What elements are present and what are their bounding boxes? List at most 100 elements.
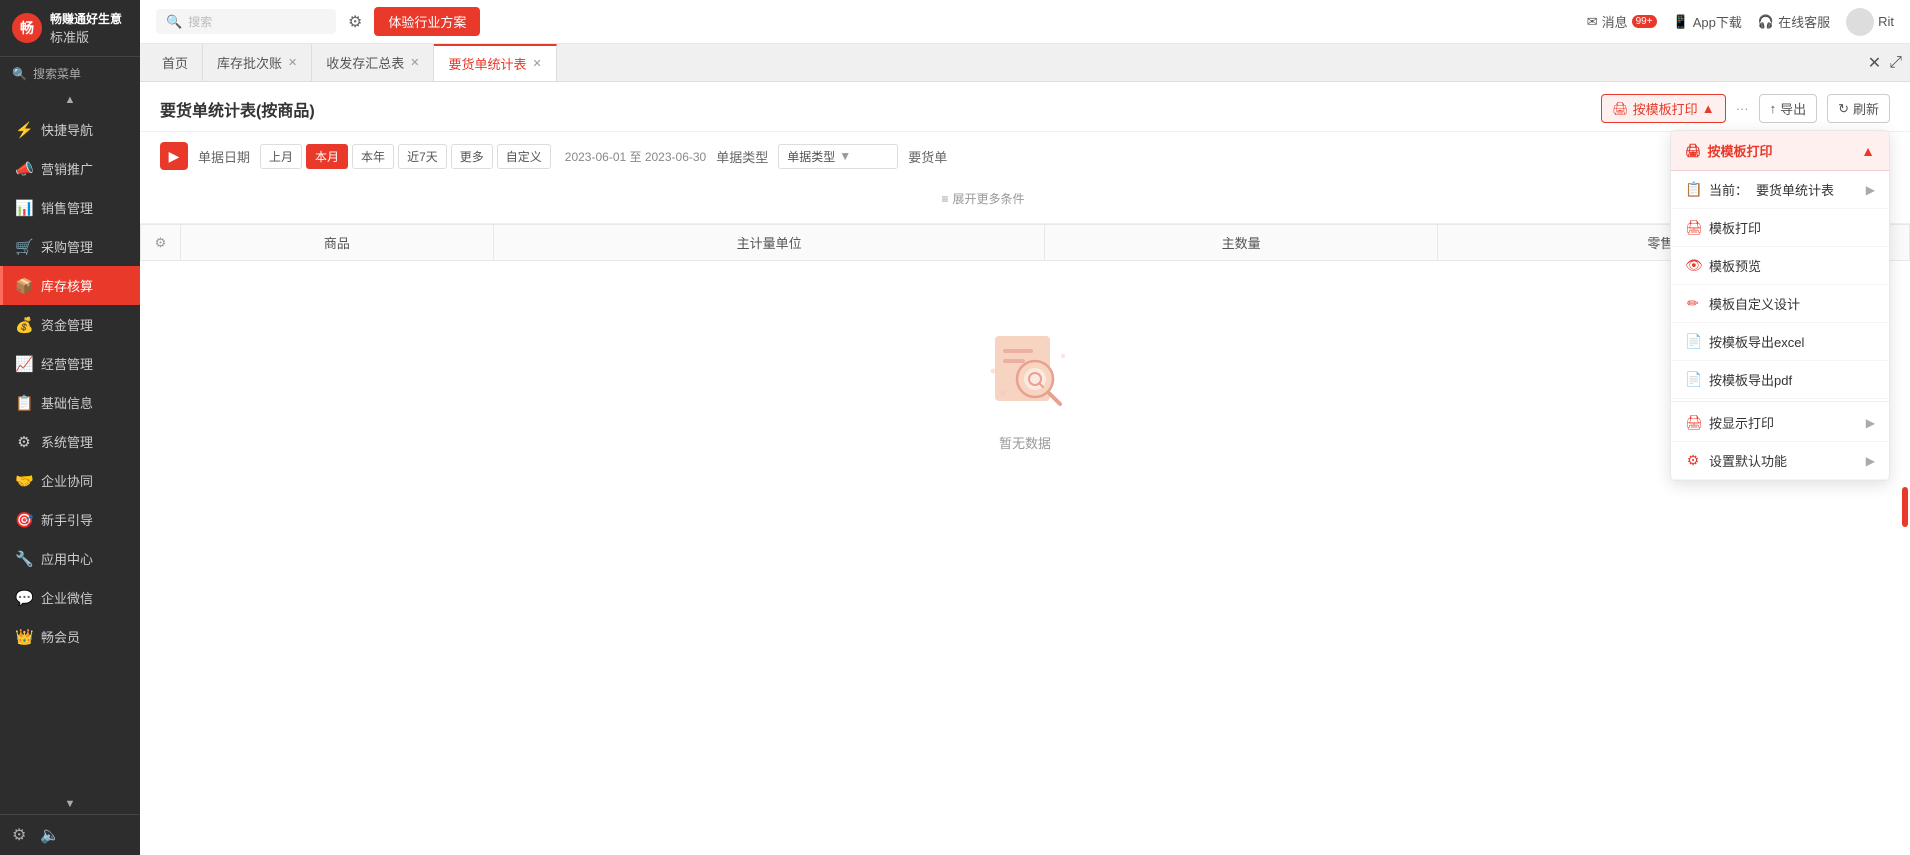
online-service-btn[interactable]: 🎧 在线客服 bbox=[1758, 12, 1830, 31]
trial-button[interactable]: 体验行业方案 bbox=[374, 7, 480, 36]
sidebar-item-purchase[interactable]: 🛒 采购管理 bbox=[0, 227, 140, 266]
phone-icon: 📱 bbox=[1673, 14, 1689, 30]
col-unit: 主计量单位 bbox=[493, 225, 1045, 261]
order-type-select[interactable]: 单据类型 ▼ bbox=[778, 144, 898, 169]
sidebar-item-quick-nav[interactable]: ⚡ 快捷导航 bbox=[0, 110, 140, 149]
tab-close-order-stats[interactable]: ✕ bbox=[533, 57, 542, 70]
sidebar-item-inventory[interactable]: 📦 库存核算 bbox=[0, 266, 140, 305]
tab-close-inventory-batch[interactable]: ✕ bbox=[288, 56, 297, 69]
window-maximize-icon[interactable]: ⤢ bbox=[1889, 54, 1902, 72]
window-close-icon[interactable]: ✕ bbox=[1868, 53, 1881, 73]
date-btn-this-year[interactable]: 本年 bbox=[352, 144, 394, 169]
sound-icon[interactable]: 🔈 bbox=[40, 825, 60, 845]
sidebar-search[interactable]: 🔍 搜索菜单 bbox=[0, 57, 140, 90]
date-btn-more[interactable]: 更多 bbox=[451, 144, 493, 169]
dropdown-template-print[interactable]: 🖨 模板打印 bbox=[1671, 209, 1889, 247]
refresh-icon: ↻ bbox=[1838, 101, 1849, 117]
date-label: 单据日期 bbox=[198, 147, 250, 166]
dropdown-template-preview[interactable]: 👁 模板预览 bbox=[1671, 247, 1889, 285]
filter-row-2: ≡ 展开更多条件 查询 设置 bbox=[198, 184, 1890, 213]
tab-receipt-summary[interactable]: 收发存汇总表 ✕ bbox=[312, 44, 434, 81]
user-avatar[interactable]: Rit bbox=[1846, 8, 1894, 36]
purchase-icon: 🛒 bbox=[15, 238, 33, 256]
empty-state: 暂无数据 bbox=[140, 261, 1910, 512]
sidebar-logo: 畅 畅赚通好生意 标准版 bbox=[0, 0, 140, 57]
display-print-icon: 🖨 bbox=[1685, 414, 1701, 431]
system-icon: ⚙ bbox=[15, 433, 33, 451]
sidebar-item-member[interactable]: 👑 畅会员 bbox=[0, 617, 140, 656]
tab-order-stats[interactable]: 要货单统计表 ✕ bbox=[434, 44, 556, 81]
expand-more-btn[interactable]: ≡ 展开更多条件 bbox=[941, 190, 1024, 207]
export-button[interactable]: ↑ 导出 bbox=[1759, 94, 1818, 123]
refresh-button[interactable]: ↻ 刷新 bbox=[1827, 94, 1890, 123]
date-btn-last-month[interactable]: 上月 bbox=[260, 144, 302, 169]
current-icon: 📋 bbox=[1685, 181, 1701, 198]
operations-icon: 📈 bbox=[15, 355, 33, 373]
template-preview-icon: 👁 bbox=[1685, 257, 1701, 274]
tab-inventory-batch[interactable]: 库存批次账 ✕ bbox=[203, 44, 312, 81]
sidebar-item-enterprise-wx[interactable]: 💬 企业微信 bbox=[0, 578, 140, 617]
dropdown-template-custom[interactable]: ✏ 模板自定义设计 bbox=[1671, 285, 1889, 323]
display-print-arrow: ▶ bbox=[1866, 416, 1875, 430]
col-goods: 商品 bbox=[181, 225, 494, 261]
messages-btn[interactable]: ✉ 消息 99+ bbox=[1587, 12, 1657, 31]
printer-icon: 🖨 bbox=[1612, 101, 1629, 117]
sidebar-item-marketing[interactable]: 📣 营销推广 bbox=[0, 149, 140, 188]
app-center-icon: 🔧 bbox=[15, 550, 33, 568]
page-actions: 🖨 按模板打印 ▲ ··· ↑ 导出 ↻ 刷新 🖨 bbox=[1601, 94, 1890, 123]
more-options-icon[interactable]: ··· bbox=[1736, 101, 1749, 116]
dropdown-set-default[interactable]: ⚙ 设置默认功能 ▶ bbox=[1671, 442, 1889, 480]
search-icon: 🔍 bbox=[12, 67, 27, 81]
filters-area: ▶ 单据日期 上月 本月 本年 近7天 更多 自定义 2023-06-01 至 … bbox=[140, 132, 1910, 224]
topbar-search[interactable]: 🔍 搜索 bbox=[156, 9, 336, 34]
sidebar-item-finance[interactable]: 💰 资金管理 bbox=[0, 305, 140, 344]
dropdown-printer-icon: 🖨 bbox=[1685, 143, 1702, 159]
page-title: 要货单统计表(按商品) bbox=[160, 97, 315, 121]
data-table: ⚙ 商品 主计量单位 主数量 零售金额 bbox=[140, 224, 1910, 261]
date-btn-7days[interactable]: 近7天 bbox=[398, 144, 447, 169]
expand-filter-icon[interactable]: ▶ bbox=[160, 142, 188, 170]
col-quantity: 主数量 bbox=[1045, 225, 1437, 261]
topbar: 🔍 搜索 ⚙ 体验行业方案 ✉ 消息 99+ 📱 App下载 🎧 在线客服 Ri… bbox=[140, 0, 1910, 44]
sidebar-item-basics[interactable]: 📋 基础信息 bbox=[0, 383, 140, 422]
sidebar-item-system[interactable]: ⚙ 系统管理 bbox=[0, 422, 140, 461]
date-buttons: 上月 本月 本年 近7天 更多 自定义 bbox=[260, 144, 551, 169]
right-scrollbar[interactable] bbox=[1902, 467, 1908, 547]
sidebar-nav: ⚡ 快捷导航 📣 营销推广 📊 销售管理 🛒 采购管理 📦 库存核算 💰 资金管… bbox=[0, 110, 140, 794]
order-type-label: 单据类型 bbox=[716, 147, 768, 166]
main-area: 🔍 搜索 ⚙ 体验行业方案 ✉ 消息 99+ 📱 App下载 🎧 在线客服 Ri… bbox=[140, 0, 1910, 855]
print-dropdown-popup: 🖨 按模板打印 ▲ 📋 当前： 要货单统计表 ▶ bbox=[1670, 130, 1890, 481]
dropdown-template-excel[interactable]: 📄 按模板导出excel bbox=[1671, 323, 1889, 361]
sidebar-item-guide[interactable]: 🎯 新手引导 bbox=[0, 500, 140, 539]
date-btn-this-month[interactable]: 本月 bbox=[306, 144, 348, 169]
dropdown-template-pdf[interactable]: 📄 按模板导出pdf bbox=[1671, 361, 1889, 399]
sidebar-scroll-up[interactable]: ▲ bbox=[63, 92, 78, 108]
col-settings[interactable]: ⚙ bbox=[141, 225, 181, 261]
expand-more-icon: ≡ bbox=[941, 192, 948, 206]
sidebar-item-operations[interactable]: 📈 经营管理 bbox=[0, 344, 140, 383]
pdf-icon: 📄 bbox=[1685, 371, 1701, 388]
guide-icon: 🎯 bbox=[15, 511, 33, 529]
tab-home[interactable]: 首页 bbox=[148, 44, 203, 81]
sidebar-item-sales[interactable]: 📊 销售管理 bbox=[0, 188, 140, 227]
template-print-icon: 🖨 bbox=[1685, 219, 1701, 236]
sidebar-item-app-center[interactable]: 🔧 应用中心 bbox=[0, 539, 140, 578]
tab-close-receipt-summary[interactable]: ✕ bbox=[410, 56, 419, 69]
excel-icon: 📄 bbox=[1685, 333, 1701, 350]
settings-bottom-icon[interactable]: ⚙ bbox=[12, 825, 26, 845]
app-download-btn[interactable]: 📱 App下载 bbox=[1673, 12, 1742, 31]
date-btn-custom[interactable]: 自定义 bbox=[497, 144, 551, 169]
topbar-settings-icon[interactable]: ⚙ bbox=[348, 12, 362, 32]
sidebar-scroll-down[interactable]: ▼ bbox=[63, 796, 78, 812]
set-default-arrow: ▶ bbox=[1866, 454, 1875, 468]
page-content: 要货单统计表(按商品) 🖨 按模板打印 ▲ ··· ↑ 导出 ↻ 刷新 bbox=[140, 82, 1910, 855]
dropdown-current-template[interactable]: 📋 当前： 要货单统计表 ▶ bbox=[1671, 171, 1889, 209]
dropdown-display-print[interactable]: 🖨 按显示打印 ▶ bbox=[1671, 404, 1889, 442]
print-template-button[interactable]: 🖨 按模板打印 ▲ bbox=[1601, 94, 1725, 123]
sidebar-item-enterprise[interactable]: 🤝 企业协同 bbox=[0, 461, 140, 500]
dropdown-close-icon[interactable]: ▲ bbox=[1861, 143, 1875, 159]
table-settings-icon[interactable]: ⚙ bbox=[155, 235, 167, 250]
quick-nav-icon: ⚡ bbox=[15, 121, 33, 139]
tab-bar: 首页 库存批次账 ✕ 收发存汇总表 ✕ 要货单统计表 ✕ ✕ ⤢ bbox=[140, 44, 1910, 82]
topbar-right: ✉ 消息 99+ 📱 App下载 🎧 在线客服 Rit bbox=[1587, 8, 1894, 36]
